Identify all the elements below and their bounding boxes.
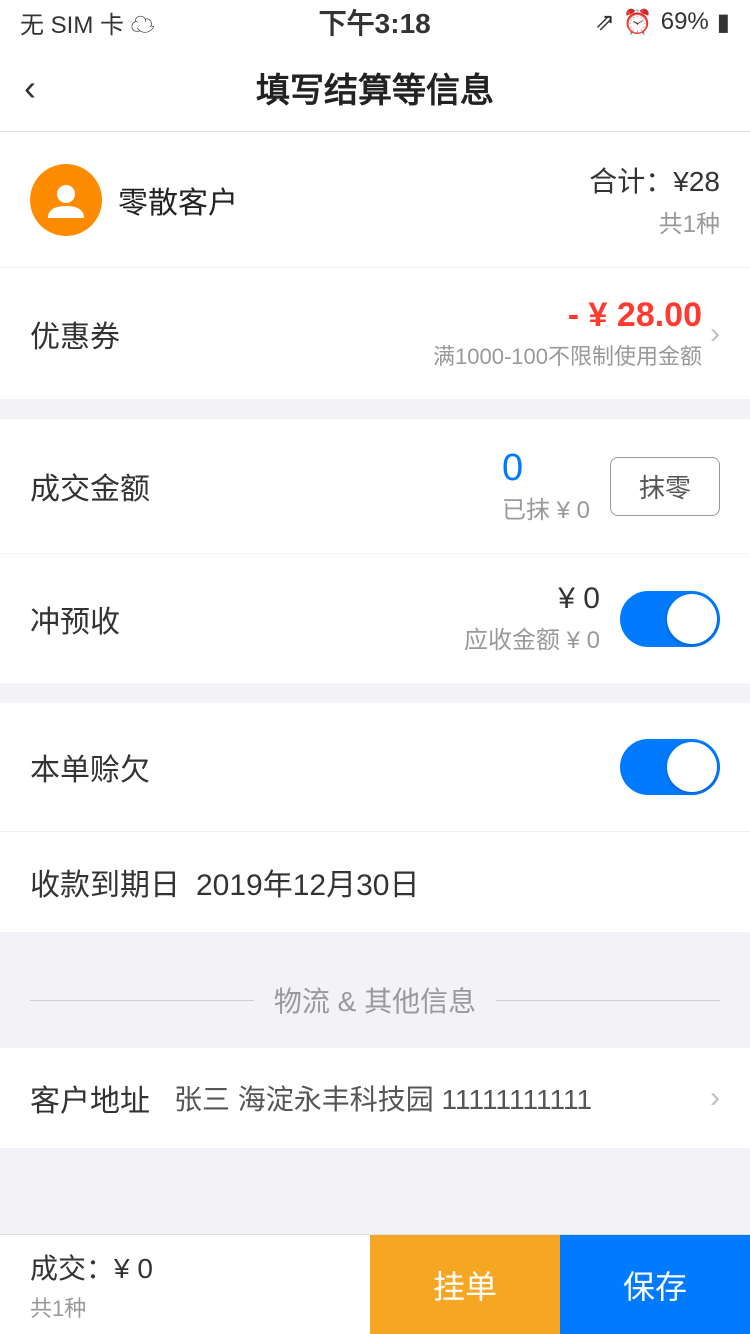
prepay-label: 冲预收 — [30, 597, 120, 641]
coupon-chevron-icon: › — [710, 317, 720, 351]
hold-button[interactable]: 挂单 — [370, 1235, 560, 1334]
coupon-discount: - ¥ 28.00 — [433, 296, 702, 335]
total-price: 合计：¥28 — [589, 160, 720, 200]
bottom-count: 共1种 — [30, 1291, 340, 1323]
status-time: 下午3:18 — [319, 2, 431, 42]
deal-sub: 已抹 ¥ 0 — [502, 490, 590, 525]
deal-value: 0 — [502, 447, 523, 489]
customer-name: 零散客户 — [118, 178, 238, 222]
nav-bar: ‹ 填写结算等信息 — [0, 44, 750, 132]
divider-line-right — [496, 1000, 720, 1001]
due-date-label: 收款到期日 — [30, 860, 180, 904]
address-value: 张三 海淀永丰科技园 11111111111 — [174, 1078, 710, 1118]
status-bar: 无 SIM 卡 ☁ 下午3:18 ⇗ ⏰ 69% ▮ — [0, 0, 750, 44]
save-button[interactable]: 保存 — [560, 1235, 750, 1334]
prepay-info: ¥ 0 应收金额 ¥ 0 — [464, 582, 600, 655]
coupon-right: - ¥ 28.00 满1000-100不限制使用金额 › — [433, 296, 720, 371]
credit-toggle[interactable] — [620, 739, 720, 795]
coupon-info: - ¥ 28.00 满1000-100不限制使用金额 — [433, 296, 702, 371]
credit-row: 本单赊欠 — [0, 703, 750, 831]
address-section: 客户地址 张三 海淀永丰科技园 11111111111 › — [0, 1048, 750, 1148]
customer-right: 合计：¥28 共1种 — [589, 160, 720, 239]
battery-text: 69% — [661, 8, 709, 36]
deal-label: 成交金额 — [30, 464, 150, 508]
status-right: ⇗ ⏰ 69% ▮ — [595, 8, 730, 37]
credit-label: 本单赊欠 — [30, 745, 150, 789]
bottom-deal-label: 成交： — [30, 1253, 114, 1284]
due-date-row: 收款到期日 2019年12月30日 — [0, 831, 750, 932]
total-count: 共1种 — [589, 204, 720, 239]
coupon-description: 满1000-100不限制使用金额 — [433, 339, 702, 371]
round-button[interactable]: 抹零 — [610, 457, 720, 516]
page-title: 填写结算等信息 — [256, 63, 494, 112]
coupon-label: 优惠券 — [30, 312, 120, 356]
prepay-right: ¥ 0 应收金额 ¥ 0 — [464, 582, 720, 655]
deal-right: 0 已抹 ¥ 0 抹零 — [502, 447, 720, 525]
address-row[interactable]: 客户地址 张三 海淀永丰科技园 11111111111 › — [0, 1048, 750, 1148]
logistics-divider: 物流 & 其他信息 — [0, 952, 750, 1048]
prepay-sub: 应收金额 ¥ 0 — [464, 620, 600, 655]
bottom-info: 成交：¥ 0 共1种 — [0, 1247, 370, 1323]
location-icon: ⇗ — [595, 8, 615, 37]
address-chevron-icon: › — [710, 1081, 720, 1115]
credit-section: 本单赊欠 收款到期日 2019年12月30日 — [0, 703, 750, 932]
signal-text: 无 SIM 卡 ☁ — [20, 5, 155, 40]
divider-line-left — [30, 1000, 254, 1001]
battery-icon: ▮ — [717, 8, 730, 37]
back-button[interactable]: ‹ — [24, 67, 36, 109]
customer-row: 零散客户 合计：¥28 共1种 — [0, 132, 750, 267]
bottom-bar: 成交：¥ 0 共1种 挂单 保存 — [0, 1234, 750, 1334]
prepay-row: 冲预收 ¥ 0 应收金额 ¥ 0 — [0, 554, 750, 683]
toggle-knob — [667, 594, 717, 644]
logistics-title: 物流 & 其他信息 — [274, 980, 476, 1020]
avatar — [30, 164, 102, 236]
address-label: 客户地址 — [30, 1076, 150, 1120]
prepay-toggle[interactable] — [620, 591, 720, 647]
customer-left: 零散客户 — [30, 164, 238, 236]
due-date-value: 2019年12月30日 — [196, 860, 419, 904]
credit-toggle-knob — [667, 742, 717, 792]
amount-section: 成交金额 0 已抹 ¥ 0 抹零 冲预收 ¥ 0 应收金额 ¥ 0 — [0, 419, 750, 683]
bottom-deal-value: ¥ 0 — [114, 1253, 153, 1284]
bottom-deal-amount: 成交：¥ 0 — [30, 1247, 340, 1287]
deal-amount-row: 成交金额 0 已抹 ¥ 0 抹零 — [0, 419, 750, 554]
customer-section: 零散客户 合计：¥28 共1种 优惠券 - ¥ 28.00 满1000-100不… — [0, 132, 750, 399]
alarm-icon: ⏰ — [623, 8, 653, 37]
status-left: 无 SIM 卡 ☁ — [20, 5, 155, 40]
prepay-amount: ¥ 0 — [464, 582, 600, 616]
coupon-row[interactable]: 优惠券 - ¥ 28.00 满1000-100不限制使用金额 › — [0, 267, 750, 399]
